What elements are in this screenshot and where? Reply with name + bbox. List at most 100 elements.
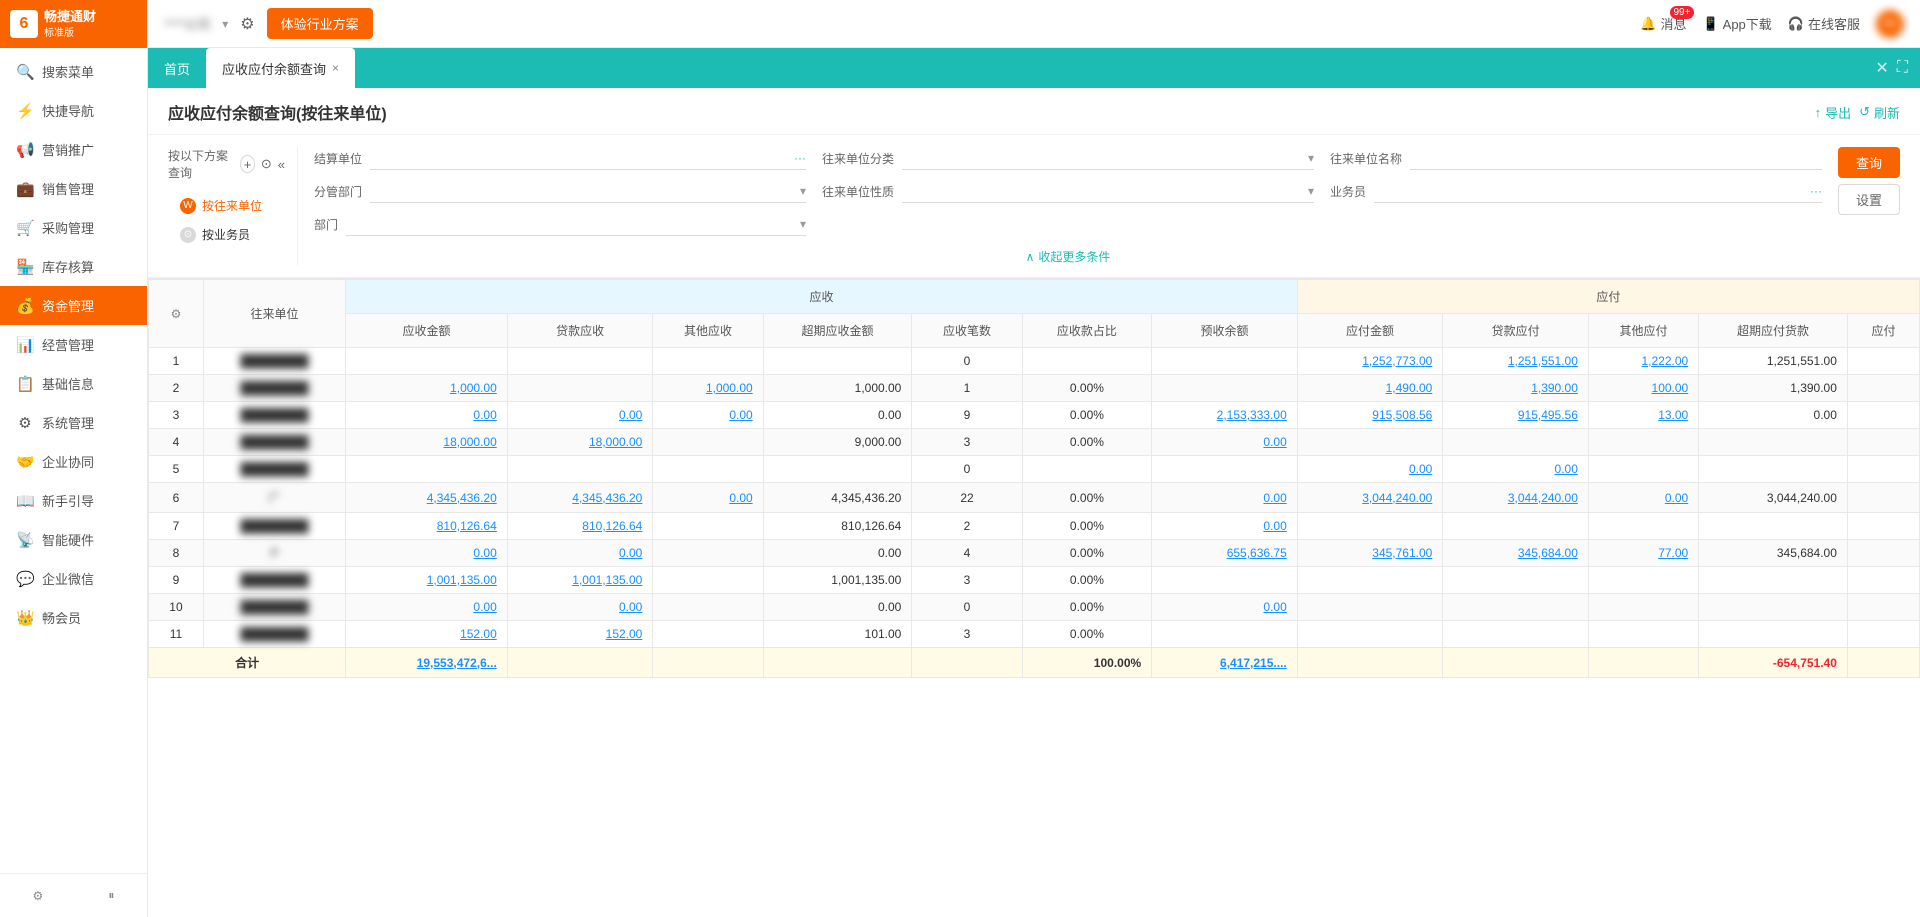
sidebar-icon-7: 📊 [16, 336, 34, 354]
sidebar-icon-5: 🏪 [16, 258, 34, 276]
row-rec-other [653, 348, 763, 375]
refresh-icon: ↺ [1859, 104, 1870, 120]
row-pay-overdue [1699, 594, 1848, 621]
filter-partner-nature-select[interactable]: ▾ [902, 180, 1314, 203]
tab-close-icon[interactable]: × [332, 61, 339, 75]
action-buttons: 查询 设置 [1838, 147, 1900, 265]
collapse-filters-btn[interactable]: ∧ 收起更多条件 [314, 244, 1822, 265]
sidebar-nav: 🔍搜索菜单⚡快捷导航📢营销推广💼销售管理🛒采购管理🏪库存核算💰资金管理📊经营管理… [0, 48, 147, 873]
query-btn[interactable]: 查询 [1838, 147, 1900, 178]
scheme-panel: 按以下方案查询 + ⊙ « W 按往来单位 ⊙ 按业务员 [168, 147, 298, 265]
sidebar-item-畅会员[interactable]: 👑畅会员 [0, 598, 147, 637]
total-rec-count [912, 648, 1022, 678]
sidebar-item-搜索菜单[interactable]: 🔍搜索菜单 [0, 52, 147, 91]
row-rec-prepay: 2,153,333.00 [1152, 402, 1298, 429]
sidebar-collapse-btn[interactable]: ⏸ [98, 882, 124, 909]
filter-partner-cat-select[interactable]: ▾ [902, 147, 1314, 170]
row-rec-overdue [763, 348, 912, 375]
total-pay-other [1588, 648, 1698, 678]
scheme-settings-icon[interactable]: ⊙ [261, 156, 272, 172]
settlement-dots-icon[interactable]: ··· [794, 151, 806, 165]
tab-fullscreen-icon[interactable]: ⛶ [1897, 59, 1908, 77]
col-rec-count: 应收笔数 [912, 314, 1022, 348]
row-pay-loan: 1,390.00 [1443, 375, 1589, 402]
export-icon: ↑ [1815, 105, 1822, 120]
sidebar-icon-2: 📢 [16, 141, 34, 159]
row-pay-overdue [1699, 621, 1848, 648]
sidebar-item-新手引导[interactable]: 📖新手引导 [0, 481, 147, 520]
sidebar-item-企业微信[interactable]: 💬企业微信 [0, 559, 147, 598]
table-row: 8 P 0.00 0.00 0.00 4 0.00% 655,636.75 34… [149, 540, 1920, 567]
row-pay-other: 77.00 [1588, 540, 1698, 567]
sidebar-icon-3: 💼 [16, 180, 34, 198]
sidebar-item-库存核算[interactable]: 🏪库存核算 [0, 247, 147, 286]
row-rec-ratio: 0.00% [1022, 513, 1152, 540]
sidebar-item-采购管理[interactable]: 🛒采购管理 [0, 208, 147, 247]
logo-text: 畅捷通财 标准版 [44, 9, 96, 40]
user-avatar[interactable]: Rit [1876, 10, 1904, 38]
scheme-by-partner[interactable]: W 按往来单位 [168, 191, 285, 220]
messages-btn[interactable]: 🔔 消息 99+ [1640, 14, 1686, 33]
sidebar-item-资金管理[interactable]: 💰资金管理 [0, 286, 147, 325]
row-rec-amount: 0.00 [346, 540, 508, 567]
scheme-back-icon[interactable]: « [278, 157, 285, 172]
scheme-by-salesman[interactable]: ⊙ 按业务员 [168, 220, 285, 249]
tab-home[interactable]: 首页 [148, 48, 206, 88]
row-rec-ratio: 0.00% [1022, 483, 1152, 513]
add-scheme-btn[interactable]: + [240, 155, 255, 173]
row-pay-overdue: 345,684.00 [1699, 540, 1848, 567]
row-rec-prepay: 0.00 [1152, 513, 1298, 540]
table-row: 1 ████████ 0 1,252,773.00 1,251,551.00 1… [149, 348, 1920, 375]
total-rec-amount: 19,553,472,6... [346, 648, 508, 678]
total-rec-prepay: 6,417,215.... [1152, 648, 1298, 678]
sidebar-item-销售管理[interactable]: 💼销售管理 [0, 169, 147, 208]
nature-chevron-icon: ▾ [1308, 184, 1314, 198]
filter-department-select[interactable]: ▾ [346, 213, 806, 236]
row-rec-ratio: 0.00% [1022, 375, 1152, 402]
row-rec-other: 0.00 [653, 483, 763, 513]
sidebar-item-企业协同[interactable]: 🤝企业协同 [0, 442, 147, 481]
row-pay-amount: 0.00 [1297, 456, 1443, 483]
row-rec-count: 22 [912, 483, 1022, 513]
sidebar-settings-btn[interactable]: ⚙ [23, 882, 54, 909]
filter-settlement-input[interactable]: ··· [370, 147, 806, 170]
col-index-header: ⚙ [149, 280, 204, 348]
filter-partner-nature: 往来单位性质 ▾ [822, 180, 1314, 203]
row-pay-more [1847, 375, 1919, 402]
refresh-btn[interactable]: ↺ 刷新 [1859, 103, 1900, 122]
online-service-btn[interactable]: 🎧 在线客服 [1788, 14, 1860, 33]
sidebar-item-营销推广[interactable]: 📢营销推广 [0, 130, 147, 169]
setting-btn[interactable]: 设置 [1838, 184, 1900, 215]
row-rec-amount: 810,126.64 [346, 513, 508, 540]
filter-dept-select[interactable]: ▾ [370, 180, 806, 203]
table-settings-icon[interactable]: ⚙ [171, 307, 182, 321]
row-rec-loan: 18,000.00 [507, 429, 653, 456]
row-rec-ratio: 0.00% [1022, 594, 1152, 621]
sidebar-item-系统管理[interactable]: ⚙系统管理 [0, 403, 147, 442]
sidebar-item-基础信息[interactable]: 📋基础信息 [0, 364, 147, 403]
tab-close-window-icon[interactable]: ✕ [1875, 58, 1888, 78]
row-pay-overdue [1699, 456, 1848, 483]
row-pay-other [1588, 567, 1698, 594]
sidebar-icon-4: 🛒 [16, 219, 34, 237]
export-btn[interactable]: ↑ 导出 [1815, 103, 1852, 122]
row-rec-overdue [763, 456, 912, 483]
col-pay-overdue: 超期应付货款 [1699, 314, 1848, 348]
filter-salesman-input[interactable]: ··· [1374, 180, 1822, 203]
col-partner-header: 往来单位 [203, 280, 345, 348]
row-idx: 6 [149, 483, 204, 513]
salesman-dots-icon[interactable]: ··· [1810, 184, 1822, 198]
sidebar-item-快捷导航[interactable]: ⚡快捷导航 [0, 91, 147, 130]
row-rec-loan [507, 375, 653, 402]
chevron-down-icon[interactable]: ▾ [222, 17, 228, 31]
row-pay-amount: 3,044,240.00 [1297, 483, 1443, 513]
tab-current[interactable]: 应收应付余额查询 × [206, 48, 355, 88]
sidebar-item-经营管理[interactable]: 📊经营管理 [0, 325, 147, 364]
partner-name-input[interactable] [1410, 147, 1822, 170]
sidebar-item-智能硬件[interactable]: 📡智能硬件 [0, 520, 147, 559]
col-group-receivable: 应收 [346, 280, 1298, 314]
promo-button[interactable]: 体验行业方案 [267, 8, 373, 39]
row-pay-amount: 1,490.00 [1297, 375, 1443, 402]
topbar-settings-icon[interactable]: ⚙ [240, 14, 254, 34]
app-download-btn[interactable]: 📱 App下载 [1702, 14, 1771, 33]
